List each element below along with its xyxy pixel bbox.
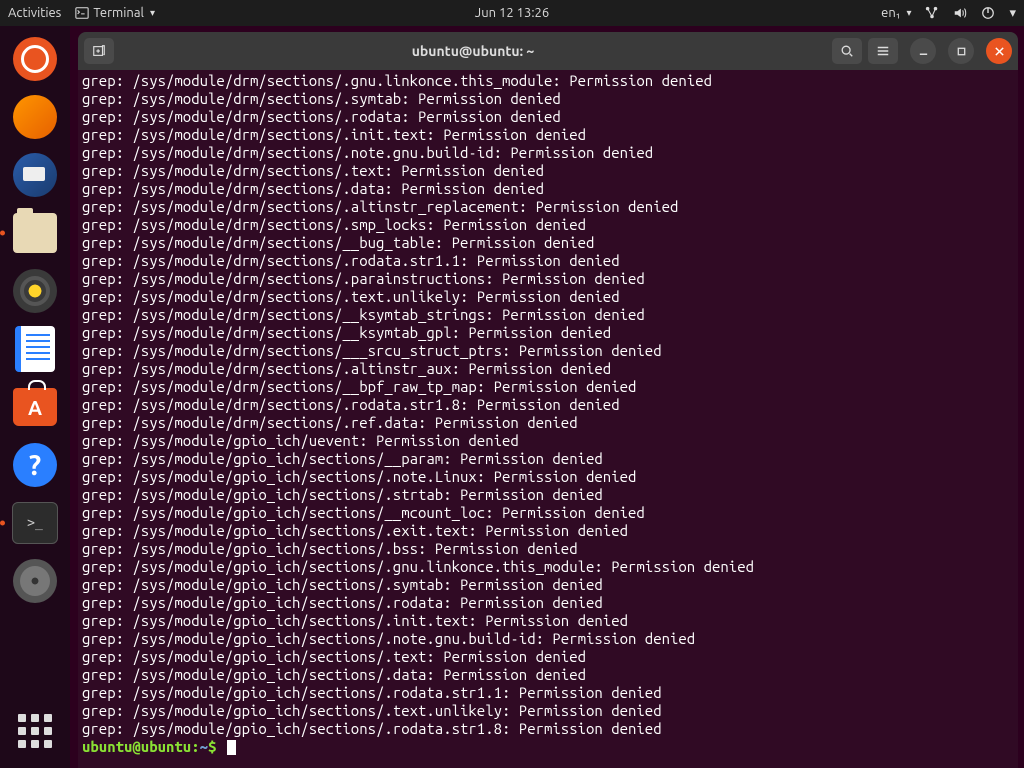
dock-help[interactable]: ? [10,440,60,490]
ubuntu-logo-icon [13,37,57,81]
close-button[interactable] [986,38,1012,64]
maximize-icon [956,46,967,57]
dock-files[interactable] [10,208,60,258]
terminal-line: grep: /sys/module/drm/sections/.init.tex… [82,126,1014,144]
terminal-line: grep: /sys/module/gpio_ich/sections/.rod… [82,720,1014,738]
terminal-line: grep: /sys/module/gpio_ich/sections/.dat… [82,666,1014,684]
terminal-line: grep: /sys/module/gpio_ich/sections/.tex… [82,702,1014,720]
terminal-line: grep: /sys/module/drm/sections/.altinstr… [82,360,1014,378]
terminal-window: ubuntu@ubuntu: ~ grep: /sys/module/drm/s… [78,32,1018,768]
ubuntu-software-icon [13,388,57,426]
search-icon [840,44,854,58]
files-icon [13,213,57,253]
terminal-line: grep: /sys/module/drm/sections/.smp_lock… [82,216,1014,234]
window-titlebar[interactable]: ubuntu@ubuntu: ~ [78,32,1018,70]
dock-thunderbird[interactable] [10,150,60,200]
rhythmbox-icon [13,269,57,313]
disk-icon [13,559,57,603]
terminal-line: grep: /sys/module/gpio_ich/sections/.gnu… [82,558,1014,576]
minimize-button[interactable] [910,38,936,64]
dock-software[interactable] [10,382,60,432]
terminal-line: grep: /sys/module/gpio_ich/sections/.exi… [82,522,1014,540]
terminal-line: grep: /sys/module/drm/sections/.symtab: … [82,90,1014,108]
dock-firefox[interactable] [10,92,60,142]
dock: ? >_ [0,26,70,768]
new-tab-button[interactable] [84,38,114,64]
terminal-line: grep: /sys/module/drm/sections/.rodata.s… [82,252,1014,270]
hamburger-menu-button[interactable] [868,38,898,64]
terminal-line: grep: /sys/module/gpio_ich/uevent: Permi… [82,432,1014,450]
clock[interactable]: Jun 12 13:26 [475,6,549,20]
dock-rhythmbox[interactable] [10,266,60,316]
terminal-line: grep: /sys/module/drm/sections/.note.gnu… [82,144,1014,162]
terminal-line: grep: /sys/module/drm/sections/__ksymtab… [82,306,1014,324]
search-button[interactable] [832,38,862,64]
minimize-icon [918,46,929,57]
terminal-line: grep: /sys/module/drm/sections/__bpf_raw… [82,378,1014,396]
input-source[interactable]: en₁ [881,6,911,20]
terminal-line: grep: /sys/module/drm/sections/__bug_tab… [82,234,1014,252]
cursor [227,740,236,755]
terminal-line: grep: /sys/module/gpio_ich/sections/.sym… [82,576,1014,594]
firefox-icon [13,95,57,139]
terminal-icon: >_ [12,502,58,544]
maximize-button[interactable] [948,38,974,64]
terminal-line: grep: /sys/module/gpio_ich/sections/.str… [82,486,1014,504]
terminal-line: grep: /sys/module/drm/sections/.rodata: … [82,108,1014,126]
terminal-line: grep: /sys/module/drm/sections/.text: Pe… [82,162,1014,180]
terminal-line: grep: /sys/module/gpio_ich/sections/.bss… [82,540,1014,558]
terminal-line: grep: /sys/module/drm/sections/.altinstr… [82,198,1014,216]
thunderbird-icon [13,153,57,197]
terminal-line: grep: /sys/module/drm/sections/.data: Pe… [82,180,1014,198]
network-icon[interactable] [925,6,939,20]
libreoffice-writer-icon [15,326,55,372]
terminal-line: grep: /sys/module/gpio_ich/sections/.tex… [82,648,1014,666]
terminal-line: grep: /sys/module/gpio_ich/sections/.ini… [82,612,1014,630]
terminal-line: grep: /sys/module/drm/sections/__ksymtab… [82,324,1014,342]
terminal-line: grep: /sys/module/gpio_ich/sections/.rod… [82,684,1014,702]
terminal-line: grep: /sys/module/gpio_ich/sections/.not… [82,468,1014,486]
app-menu[interactable]: Terminal [75,6,155,20]
dock-terminal[interactable]: >_ [10,498,60,548]
system-menu-arrow[interactable]: ▾ [1009,6,1016,21]
dock-writer[interactable] [10,324,60,374]
terminal-output[interactable]: grep: /sys/module/drm/sections/.gnu.link… [78,70,1018,768]
terminal-line: grep: /sys/module/drm/sections/.parainst… [82,270,1014,288]
terminal-indicator-icon [75,6,89,20]
terminal-line: grep: /sys/module/drm/sections/.ref.data… [82,414,1014,432]
new-tab-icon [92,44,106,58]
window-title: ubuntu@ubuntu: ~ [120,43,826,59]
show-applications[interactable] [10,706,60,756]
terminal-line: grep: /sys/module/drm/sections/___srcu_s… [82,342,1014,360]
terminal-prompt[interactable]: ubuntu@ubuntu:~$ [82,738,1014,756]
hamburger-icon [876,44,890,58]
close-icon [994,46,1005,57]
terminal-line: grep: /sys/module/gpio_ich/sections/.not… [82,630,1014,648]
terminal-line: grep: /sys/module/gpio_ich/sections/__pa… [82,450,1014,468]
help-icon: ? [13,443,57,487]
dock-disks[interactable] [10,556,60,606]
gnome-top-bar: Activities Terminal Jun 12 13:26 en₁ ▾ [0,0,1024,26]
dock-ubuntu[interactable] [10,34,60,84]
terminal-line: grep: /sys/module/gpio_ich/sections/__mc… [82,504,1014,522]
volume-icon[interactable] [953,6,967,20]
terminal-line: grep: /sys/module/drm/sections/.text.unl… [82,288,1014,306]
terminal-line: grep: /sys/module/drm/sections/.rodata.s… [82,396,1014,414]
app-menu-label: Terminal [93,6,144,20]
terminal-line: grep: /sys/module/gpio_ich/sections/.rod… [82,594,1014,612]
terminal-line: grep: /sys/module/drm/sections/.gnu.link… [82,72,1014,90]
power-icon[interactable] [981,6,995,20]
activities-button[interactable]: Activities [8,6,61,20]
